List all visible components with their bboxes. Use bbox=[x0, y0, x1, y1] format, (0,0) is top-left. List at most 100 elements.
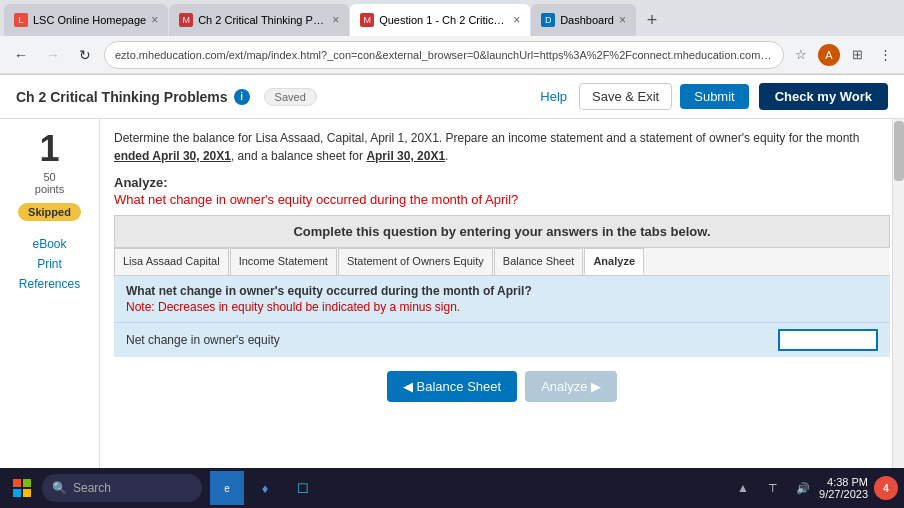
tab-ch2-1[interactable]: M Ch 2 Critical Thinking Problems... × bbox=[169, 4, 349, 36]
tab-label-ch2-1: Ch 2 Critical Thinking Problems... bbox=[198, 14, 327, 26]
balance-sheet-chevron-left: ◀ bbox=[403, 379, 413, 394]
content-inner: Determine the balance for Lisa Assaad, C… bbox=[100, 119, 904, 412]
bookmark-icon[interactable]: ☆ bbox=[790, 44, 812, 66]
saved-badge: Saved bbox=[264, 88, 317, 106]
back-button[interactable]: ← bbox=[8, 42, 34, 68]
tab-owners-label: Statement of Owners Equity bbox=[347, 255, 484, 267]
tabs-container: Lisa Assaad Capital Income Statement Sta… bbox=[114, 248, 890, 276]
svg-rect-2 bbox=[13, 489, 21, 497]
taskbar-search-icon: 🔍 bbox=[52, 481, 67, 495]
svg-rect-1 bbox=[23, 479, 31, 487]
app-title-text: Ch 2 Critical Thinking Problems bbox=[16, 89, 228, 105]
content-wrapper: Determine the balance for Lisa Assaad, C… bbox=[100, 119, 904, 473]
question-box-text: What net change in owner's equity occurr… bbox=[126, 284, 878, 298]
taskbar-system-icons: ▲ ⊤ 🔊 4:38 PM 9/27/2023 4 bbox=[729, 474, 898, 502]
tab-favicon-q1: M bbox=[360, 13, 374, 27]
taskbar-app-2[interactable]: ♦ bbox=[248, 471, 282, 505]
reload-button[interactable]: ↻ bbox=[72, 42, 98, 68]
taskbar-icon-1[interactable]: ▲ bbox=[729, 474, 757, 502]
browser-chrome: L LSC Online Homepage × M Ch 2 Critical … bbox=[0, 0, 904, 75]
tab-close-dashboard[interactable]: × bbox=[619, 13, 626, 27]
tab-favicon-lsc: L bbox=[14, 13, 28, 27]
profile-icon[interactable]: A bbox=[818, 44, 840, 66]
analyze-section: Analyze: What net change in owner's equi… bbox=[114, 175, 890, 207]
submit-button[interactable]: Submit bbox=[680, 84, 748, 109]
tab-label-q1: Question 1 - Ch 2 Critical Think... bbox=[379, 14, 508, 26]
tab-analyze-label: Analyze bbox=[593, 255, 635, 267]
svg-rect-3 bbox=[23, 489, 31, 497]
extensions-icon[interactable]: ⊞ bbox=[846, 44, 868, 66]
tab-bar: L LSC Online Homepage × M Ch 2 Critical … bbox=[0, 0, 904, 36]
analyze-nav-label: Analyze bbox=[541, 379, 587, 394]
question-text: Determine the balance for Lisa Assaad, C… bbox=[114, 129, 890, 165]
answer-row: Net change in owner's equity bbox=[114, 323, 890, 357]
tab-dashboard[interactable]: D Dashboard × bbox=[531, 4, 636, 36]
tab-q1[interactable]: M Question 1 - Ch 2 Critical Think... × bbox=[350, 4, 530, 36]
analyze-label: Analyze: bbox=[114, 175, 890, 190]
points-suffix: points bbox=[35, 183, 64, 195]
new-tab-button[interactable]: + bbox=[637, 4, 667, 36]
taskbar-app-icon-1: e bbox=[224, 483, 230, 494]
taskbar-clock: 4:38 PM 9/27/2023 bbox=[819, 476, 868, 500]
skipped-badge: Skipped bbox=[18, 203, 81, 221]
balance-sheet-nav-label: Balance Sheet bbox=[417, 379, 502, 394]
tab-income-label: Income Statement bbox=[239, 255, 328, 267]
print-link[interactable]: Print bbox=[37, 257, 62, 271]
points-value: 50 bbox=[43, 171, 55, 183]
taskbar-app-1[interactable]: e bbox=[210, 471, 244, 505]
references-link[interactable]: References bbox=[19, 277, 80, 291]
tab-income-statement[interactable]: Income Statement bbox=[230, 248, 337, 275]
app-title: Ch 2 Critical Thinking Problems i bbox=[16, 89, 250, 105]
browser-controls: ← → ↻ ezto.mheducation.com/ext/map/index… bbox=[0, 36, 904, 74]
nav-buttons: ◀ Balance Sheet Analyze ▶ bbox=[114, 371, 890, 402]
note-text: Note: Decreases in equity should be indi… bbox=[126, 300, 878, 314]
ebook-link[interactable]: eBook bbox=[32, 237, 66, 251]
tab-lisa-assaad[interactable]: Lisa Assaad Capital bbox=[114, 248, 229, 275]
browser-icons: ☆ A ⊞ ⋮ bbox=[790, 44, 896, 66]
check-my-work-button[interactable]: Check my Work bbox=[759, 83, 888, 110]
tab-lsc[interactable]: L LSC Online Homepage × bbox=[4, 4, 168, 36]
main-layout: 1 50 points Skipped eBook Print Referenc… bbox=[0, 119, 904, 473]
taskbar-notification-badge[interactable]: 4 bbox=[874, 476, 898, 500]
tab-owners-equity[interactable]: Statement of Owners Equity bbox=[338, 248, 493, 275]
taskbar-date: 9/27/2023 bbox=[819, 488, 868, 500]
tab-label-lsc: LSC Online Homepage bbox=[33, 14, 146, 26]
answer-input[interactable] bbox=[778, 329, 878, 351]
taskbar-app-3[interactable]: ☐ bbox=[286, 471, 320, 505]
scroll-thumb[interactable] bbox=[894, 121, 904, 181]
app-header: Ch 2 Critical Thinking Problems i Saved … bbox=[0, 75, 904, 119]
analyze-nav-button[interactable]: Analyze ▶ bbox=[525, 371, 617, 402]
start-button[interactable] bbox=[6, 472, 38, 504]
forward-button[interactable]: → bbox=[40, 42, 66, 68]
info-icon[interactable]: i bbox=[234, 89, 250, 105]
tab-close-lsc[interactable]: × bbox=[151, 13, 158, 27]
taskbar-volume-icon[interactable]: 🔊 bbox=[789, 474, 817, 502]
address-bar[interactable]: ezto.mheducation.com/ext/map/index.html?… bbox=[104, 41, 784, 69]
taskbar: 🔍 Search e ♦ ☐ ▲ ⊤ 🔊 4:38 PM 9/27/2023 4 bbox=[0, 468, 904, 508]
save-exit-button[interactable]: Save & Exit bbox=[579, 83, 672, 110]
tab-balance-sheet[interactable]: Balance Sheet bbox=[494, 248, 584, 275]
taskbar-search-box[interactable]: 🔍 Search bbox=[42, 474, 202, 502]
taskbar-search-text: Search bbox=[73, 481, 111, 495]
complete-banner: Complete this question by entering your … bbox=[114, 215, 890, 248]
tab-lisa-label: Lisa Assaad Capital bbox=[123, 255, 220, 267]
date-highlight-1: ended April 30, 20X1 bbox=[114, 149, 231, 163]
analyze-chevron-right: ▶ bbox=[591, 379, 601, 394]
address-text: ezto.mheducation.com/ext/map/index.html?… bbox=[115, 49, 773, 61]
scroll-bar[interactable] bbox=[892, 119, 904, 473]
tab-favicon-dashboard: D bbox=[541, 13, 555, 27]
help-button[interactable]: Help bbox=[528, 85, 579, 108]
taskbar-network-icon[interactable]: ⊤ bbox=[759, 474, 787, 502]
question-box: What net change in owner's equity occurr… bbox=[114, 276, 890, 323]
taskbar-app-icon-3: ☐ bbox=[297, 481, 309, 496]
tab-favicon-ch2-1: M bbox=[179, 13, 193, 27]
analyze-question: What net change in owner's equity occurr… bbox=[114, 192, 890, 207]
tab-close-q1[interactable]: × bbox=[513, 13, 520, 27]
svg-rect-0 bbox=[13, 479, 21, 487]
tab-close-ch2-1[interactable]: × bbox=[332, 13, 339, 27]
balance-sheet-nav-button[interactable]: ◀ Balance Sheet bbox=[387, 371, 518, 402]
tab-label-dashboard: Dashboard bbox=[560, 14, 614, 26]
menu-icon[interactable]: ⋮ bbox=[874, 44, 896, 66]
tab-analyze[interactable]: Analyze bbox=[584, 248, 644, 275]
sidebar-links: eBook Print References bbox=[19, 237, 80, 291]
